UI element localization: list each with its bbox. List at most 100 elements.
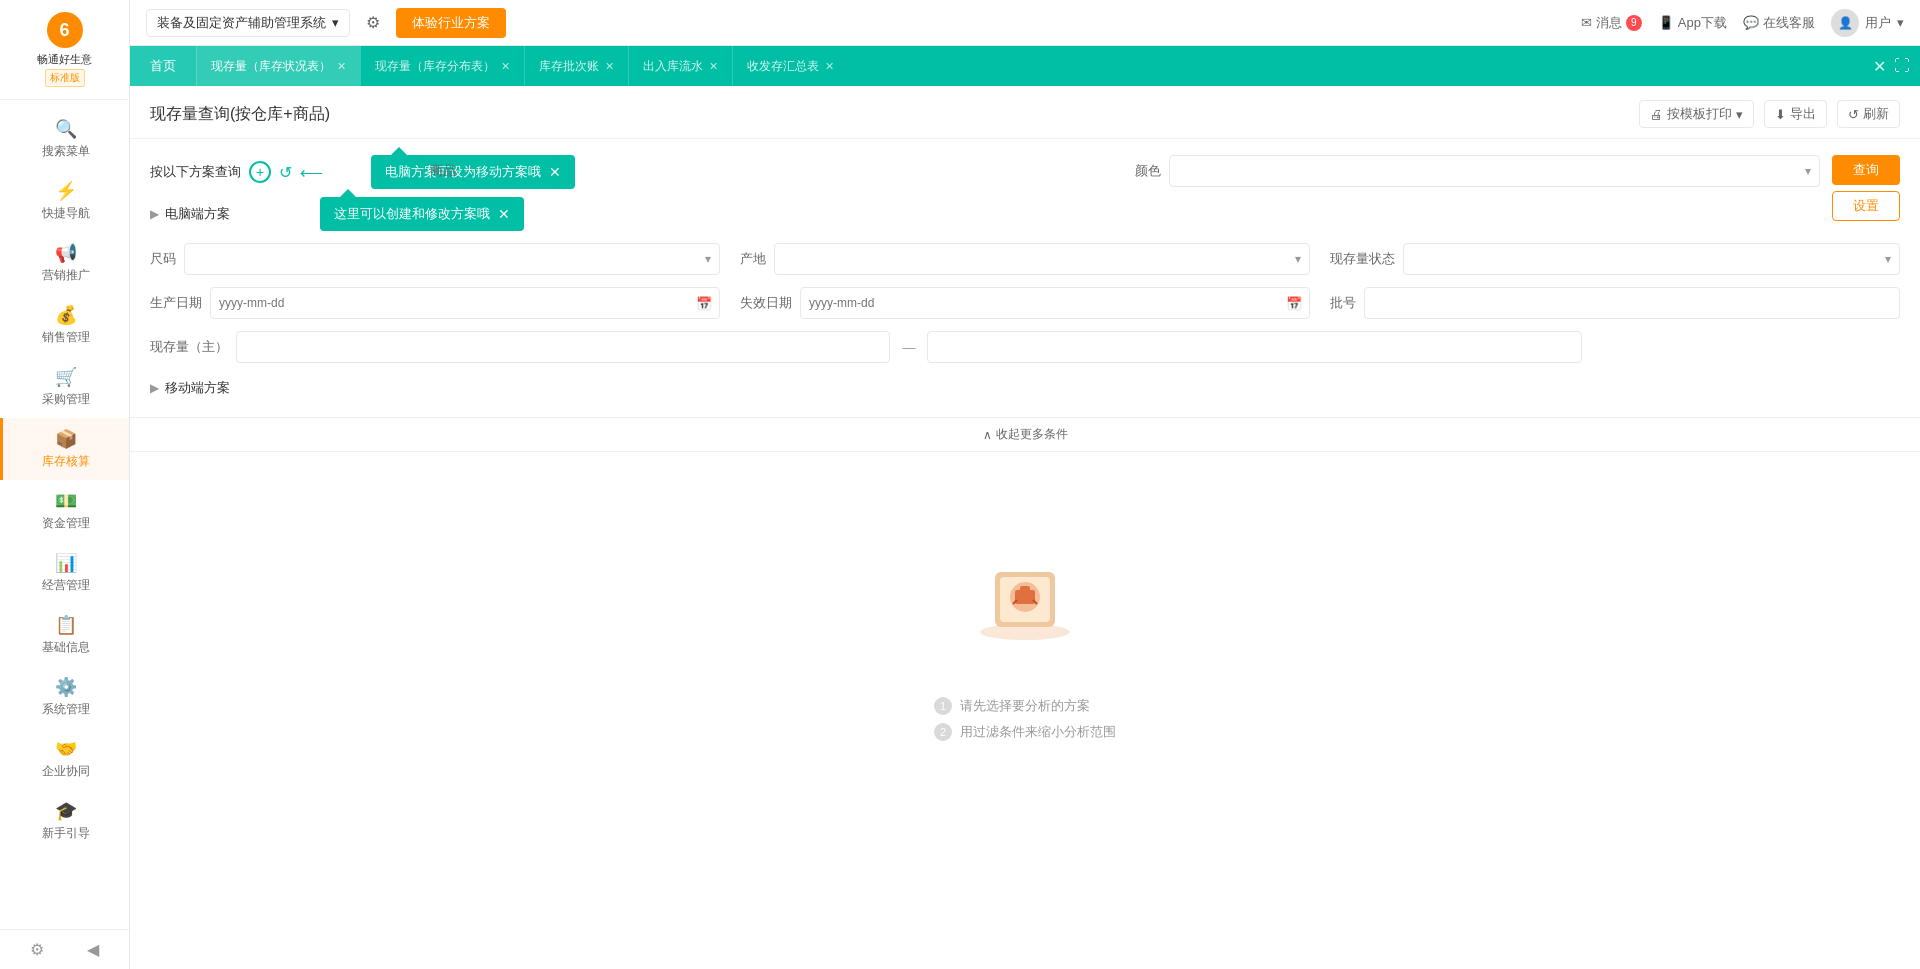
tab-bar-actions: ✕ ⛶ [1863, 46, 1920, 86]
sidebar-item-inventory[interactable]: 📦 库存核算 [0, 418, 129, 480]
filter-arrow-button[interactable]: ⟵ [300, 163, 323, 182]
inventory-icon: 📦 [55, 428, 77, 450]
footer-collapse-icon[interactable]: ◀ [87, 940, 99, 959]
sidebar-item-sales[interactable]: 💰 销售管理 [0, 294, 129, 356]
expiry-date-input[interactable] [800, 287, 1310, 319]
tooltip-create-scheme: 这里可以创建和修改方案哦 ✕ [320, 197, 524, 231]
system-selector[interactable]: 装备及固定资产辅助管理系统 ▾ [146, 9, 350, 37]
user-menu[interactable]: 👤 用户 ▾ [1831, 9, 1904, 37]
production-date-input[interactable] [210, 287, 720, 319]
set-button[interactable]: 设置 [1832, 191, 1900, 221]
tab-fullscreen-icon[interactable]: ⛶ [1894, 57, 1910, 75]
batch-input[interactable] [1364, 287, 1900, 319]
search-btn-group: 查询 设置 [1832, 155, 1900, 221]
origin-select[interactable]: ▾ [774, 243, 1310, 275]
tab-inventory-distribution[interactable]: 现存量（库存分布表） ✕ [360, 46, 524, 86]
origin-chevron-icon: ▾ [1295, 252, 1301, 266]
color-select[interactable]: ▾ [1169, 155, 1820, 187]
sales-icon: 💰 [55, 304, 77, 326]
marketing-icon: 📢 [55, 242, 77, 264]
svg-rect-5 [1020, 586, 1030, 592]
stock-qty-max-input[interactable] [927, 331, 1581, 363]
footer-settings-icon[interactable]: ⚙ [30, 940, 44, 959]
tooltip-arrow [391, 147, 407, 155]
trial-button[interactable]: 体验行业方案 [396, 8, 506, 38]
content-area: 现存量查询(按仓库+商品) 🖨 按模板打印 ▾ ⬇ 导出 ↺ 刷新 [130, 86, 1920, 969]
tab-close-all-icon[interactable]: ✕ [1873, 57, 1886, 76]
refresh-button[interactable]: ↺ 刷新 [1837, 100, 1900, 128]
system-name: 装备及固定资产辅助管理系统 [157, 14, 326, 32]
settings-icon[interactable]: ⚙ [366, 13, 380, 32]
sidebar-item-operation[interactable]: 📊 经营管理 [0, 542, 129, 604]
empty-svg [965, 532, 1085, 652]
sidebar-item-label: 快捷导航 [42, 205, 90, 222]
size-select[interactable]: ▾ [184, 243, 720, 275]
search-button[interactable]: 查询 [1832, 155, 1900, 185]
empty-state: 1 请先选择要分析的方案 2 用过滤条件来缩小分析范围 [130, 452, 1920, 825]
sidebar-item-label: 库存核算 [42, 453, 90, 470]
tab-close-icon[interactable]: ✕ [825, 60, 834, 73]
svg-rect-4 [1015, 590, 1035, 604]
sidebar-item-label: 基础信息 [42, 639, 90, 656]
calendar2-icon[interactable]: 📅 [1286, 296, 1302, 311]
sidebar-item-label: 销售管理 [42, 329, 90, 346]
tab-home[interactable]: 首页 [130, 46, 196, 86]
sidebar: 6 畅通好生意 标准版 🔍 搜索菜单 ⚡ 快捷导航 📢 营销推广 💰 销售管理 … [0, 0, 130, 969]
tab-inventory-batch[interactable]: 库存批次账 ✕ [524, 46, 628, 86]
sidebar-item-quick[interactable]: ⚡ 快捷导航 [0, 170, 129, 232]
stock-qty-min-input[interactable] [236, 331, 890, 363]
pc-scheme-item[interactable]: ▶ 电脑端方案 [150, 201, 310, 227]
sidebar-item-basic[interactable]: 📋 基础信息 [0, 604, 129, 666]
sidebar-item-search[interactable]: 🔍 搜索菜单 [0, 108, 129, 170]
stock-status-select[interactable]: ▾ [1403, 243, 1900, 275]
service-icon: 💬 [1743, 15, 1759, 30]
sidebar-item-guide[interactable]: 🎓 新手引导 [0, 790, 129, 852]
filter-refresh-button[interactable]: ↺ [279, 163, 292, 182]
print-button[interactable]: 🖨 按模板打印 ▾ [1639, 100, 1754, 128]
online-service-btn[interactable]: 💬 在线客服 [1743, 14, 1815, 32]
batch-filter: 批号 [1330, 287, 1900, 319]
expiry-date-filter: 失效日期 📅 [740, 287, 1310, 319]
app-download-btn[interactable]: 📱 App下载 [1658, 14, 1727, 32]
tab-close-icon[interactable]: ✕ [605, 60, 614, 73]
sidebar-footer: ⚙ ◀ [0, 929, 129, 969]
sidebar-item-purchase[interactable]: 🛒 采购管理 [0, 356, 129, 418]
phone-icon: 📱 [1658, 15, 1674, 30]
sidebar-item-cooperation[interactable]: 🤝 企业协同 [0, 728, 129, 790]
chevron-down-icon: ▾ [1736, 107, 1743, 122]
calendar-icon[interactable]: 📅 [696, 296, 712, 311]
collapse-arrow-icon: ▶ [150, 207, 159, 221]
export-button[interactable]: ⬇ 导出 [1764, 100, 1827, 128]
tab-inventory-status[interactable]: 现存量（库存状况表） ✕ [196, 46, 360, 86]
finance-icon: 💵 [55, 490, 77, 512]
logo-text: 畅通好生意 [37, 52, 92, 67]
goods-filter: 商品 ··· [430, 162, 1115, 180]
sidebar-item-marketing[interactable]: 📢 营销推广 [0, 232, 129, 294]
goods-label: 商品 [430, 162, 456, 180]
collapse-bar: ∧ 收起更多条件 [130, 417, 1920, 452]
collapse-button[interactable]: ∧ 收起更多条件 [983, 426, 1068, 443]
avatar: 👤 [1831, 9, 1859, 37]
batch-label: 批号 [1330, 294, 1356, 312]
filter-add-button[interactable]: + [249, 161, 271, 183]
tooltip2-close-button[interactable]: ✕ [498, 206, 510, 222]
goods-dots: ··· [464, 162, 483, 180]
message-btn[interactable]: ✉ 消息 9 [1581, 14, 1642, 32]
tab-close-icon[interactable]: ✕ [709, 60, 718, 73]
tab-in-out-flow[interactable]: 出入库流水 ✕ [628, 46, 732, 86]
production-date-label: 生产日期 [150, 294, 202, 312]
sidebar-item-finance[interactable]: 💵 资金管理 [0, 480, 129, 542]
user-chevron-icon: ▾ [1897, 15, 1904, 30]
sidebar-item-system[interactable]: ⚙️ 系统管理 [0, 666, 129, 728]
mobile-scheme-item[interactable]: ▶ 移动端方案 [150, 375, 1900, 401]
tab-close-icon[interactable]: ✕ [337, 60, 346, 73]
tab-close-icon[interactable]: ✕ [501, 60, 510, 73]
color-label: 颜色 [1135, 162, 1161, 180]
top-header: 装备及固定资产辅助管理系统 ▾ ⚙ 体验行业方案 ✉ 消息 9 📱 App下载 … [130, 0, 1920, 46]
online-service-label: 在线客服 [1763, 14, 1815, 32]
size-chevron-icon: ▾ [705, 252, 711, 266]
filter-label: 按以下方案查询 [150, 163, 241, 181]
empty-tip-2: 2 用过滤条件来缩小分析范围 [934, 719, 1116, 745]
tab-receive-send-summary[interactable]: 收发存汇总表 ✕ [732, 46, 848, 86]
pc-scheme-label: 电脑端方案 [165, 205, 230, 223]
